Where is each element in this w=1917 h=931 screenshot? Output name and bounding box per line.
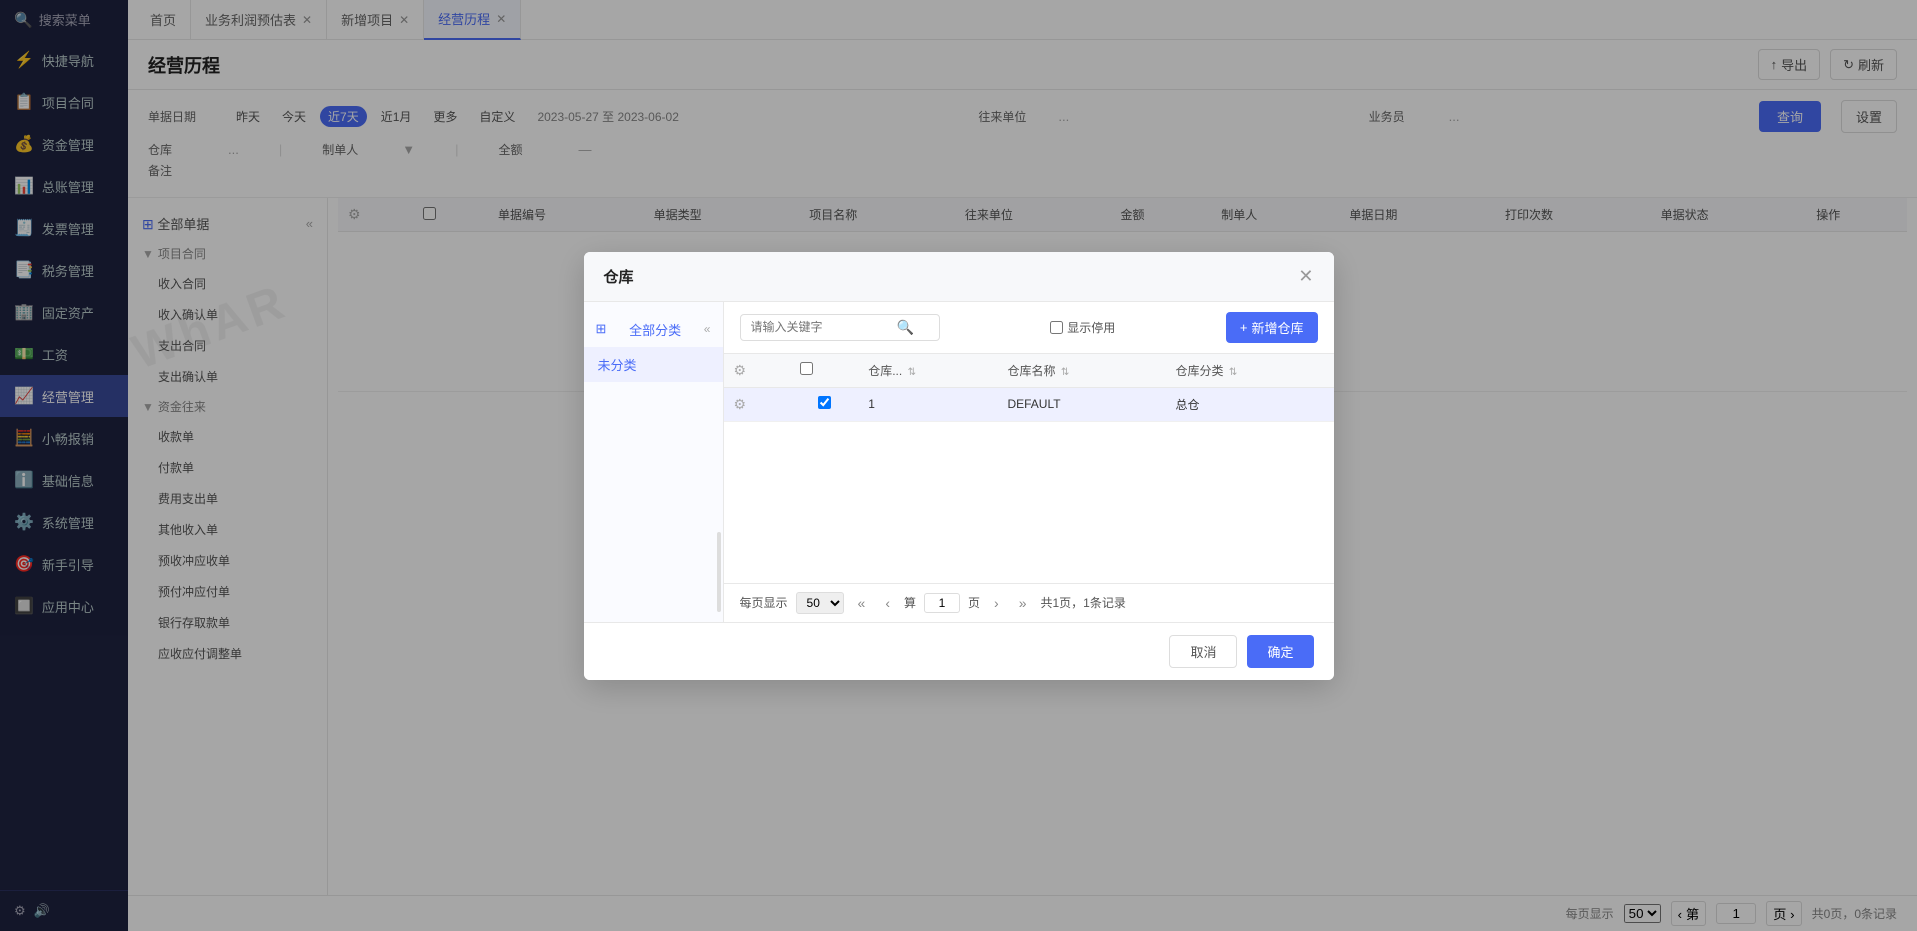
collapse-left-icon[interactable]: « [704, 322, 711, 336]
show-disabled-checkbox[interactable] [1050, 321, 1063, 334]
modal-right-panel: 🔍 显示停用 + 新增仓库 [724, 302, 1334, 622]
add-warehouse-button[interactable]: + 新增仓库 [1226, 312, 1318, 343]
table-row[interactable]: ⚙ 1 DEFAULT 总仓 [724, 387, 1334, 421]
modal-footer: 取消 确定 [584, 622, 1334, 680]
modal-col-gear[interactable]: ⚙ [724, 354, 791, 388]
modal-col-name: 仓库名称 ⇅ [997, 354, 1165, 388]
row-id: 1 [858, 387, 997, 421]
modal-per-page-label: 每页显示 [740, 594, 788, 611]
modal-pagination: 每页显示 50 « ‹ 算 页 › » 共1页，1条记录 [724, 583, 1334, 622]
modal-search-icon: 🔍 [897, 319, 914, 336]
row-name: 总仓 [1165, 387, 1333, 421]
plus-icon: + [1240, 320, 1248, 335]
row-checkbox[interactable] [790, 387, 858, 421]
modal-title: 仓库 [604, 266, 634, 287]
modal-select-all[interactable] [800, 362, 813, 375]
modal-prev-page-btn[interactable]: ‹ [879, 593, 896, 613]
confirm-button[interactable]: 确定 [1247, 635, 1313, 668]
add-warehouse-label: 新增仓库 [1251, 318, 1303, 337]
modal-page-label: 算 [904, 594, 916, 611]
modal-search-box[interactable]: 🔍 [740, 314, 940, 341]
modal-body: ⊞ 全部分类 « 未分类 [584, 302, 1334, 622]
warehouse-table: ⚙ 仓库... ⇅ 仓库名称 ⇅ [724, 354, 1334, 422]
modal-uncategorized[interactable]: 未分类 [584, 347, 723, 382]
scrollbar-thumb [717, 532, 721, 612]
grid-icon: ⊞ [596, 321, 607, 337]
modal-next-page-btn[interactable]: › [988, 593, 1005, 613]
modal-per-page-select[interactable]: 50 [796, 592, 844, 614]
modal-close-button[interactable]: ✕ [1298, 266, 1313, 287]
modal-left-panel: ⊞ 全部分类 « 未分类 [584, 302, 724, 622]
modal-page-input[interactable] [924, 593, 960, 613]
sort-category-icon: ⇅ [1229, 367, 1237, 378]
cancel-button[interactable]: 取消 [1169, 635, 1237, 668]
modal-overlay: 仓库 ✕ ⊞ 全部分类 « 未分类 [0, 0, 1917, 931]
sort-name-icon: ⇅ [1061, 367, 1069, 378]
modal-first-page-btn[interactable]: « [852, 593, 872, 613]
modal-col-category: 仓库分类 ⇅ [1165, 354, 1333, 388]
modal-left-scroll: 未分类 [584, 347, 723, 532]
sort-code-icon: ⇅ [908, 367, 916, 378]
all-category-label: 全部分类 [629, 320, 681, 339]
modal-all-category[interactable]: ⊞ 全部分类 « [584, 312, 723, 347]
modal-total-info: 共1页，1条记录 [1040, 594, 1125, 611]
row-code: DEFAULT [997, 387, 1165, 421]
modal-header: 仓库 ✕ [584, 252, 1334, 302]
modal-col-code: 仓库... ⇅ [858, 354, 997, 388]
row-gear: ⚙ [724, 387, 791, 421]
modal-col-checkbox[interactable] [790, 354, 858, 388]
show-disabled-label: 显示停用 [1050, 319, 1115, 336]
modal-page-unit: 页 [968, 594, 980, 611]
modal-table: ⚙ 仓库... ⇅ 仓库名称 ⇅ [724, 354, 1334, 583]
modal-toolbar: 🔍 显示停用 + 新增仓库 [724, 302, 1334, 354]
modal-last-page-btn[interactable]: » [1013, 593, 1033, 613]
modal-search-input[interactable] [751, 320, 891, 334]
row-select-checkbox[interactable] [818, 396, 831, 409]
warehouse-modal: 仓库 ✕ ⊞ 全部分类 « 未分类 [584, 252, 1334, 680]
